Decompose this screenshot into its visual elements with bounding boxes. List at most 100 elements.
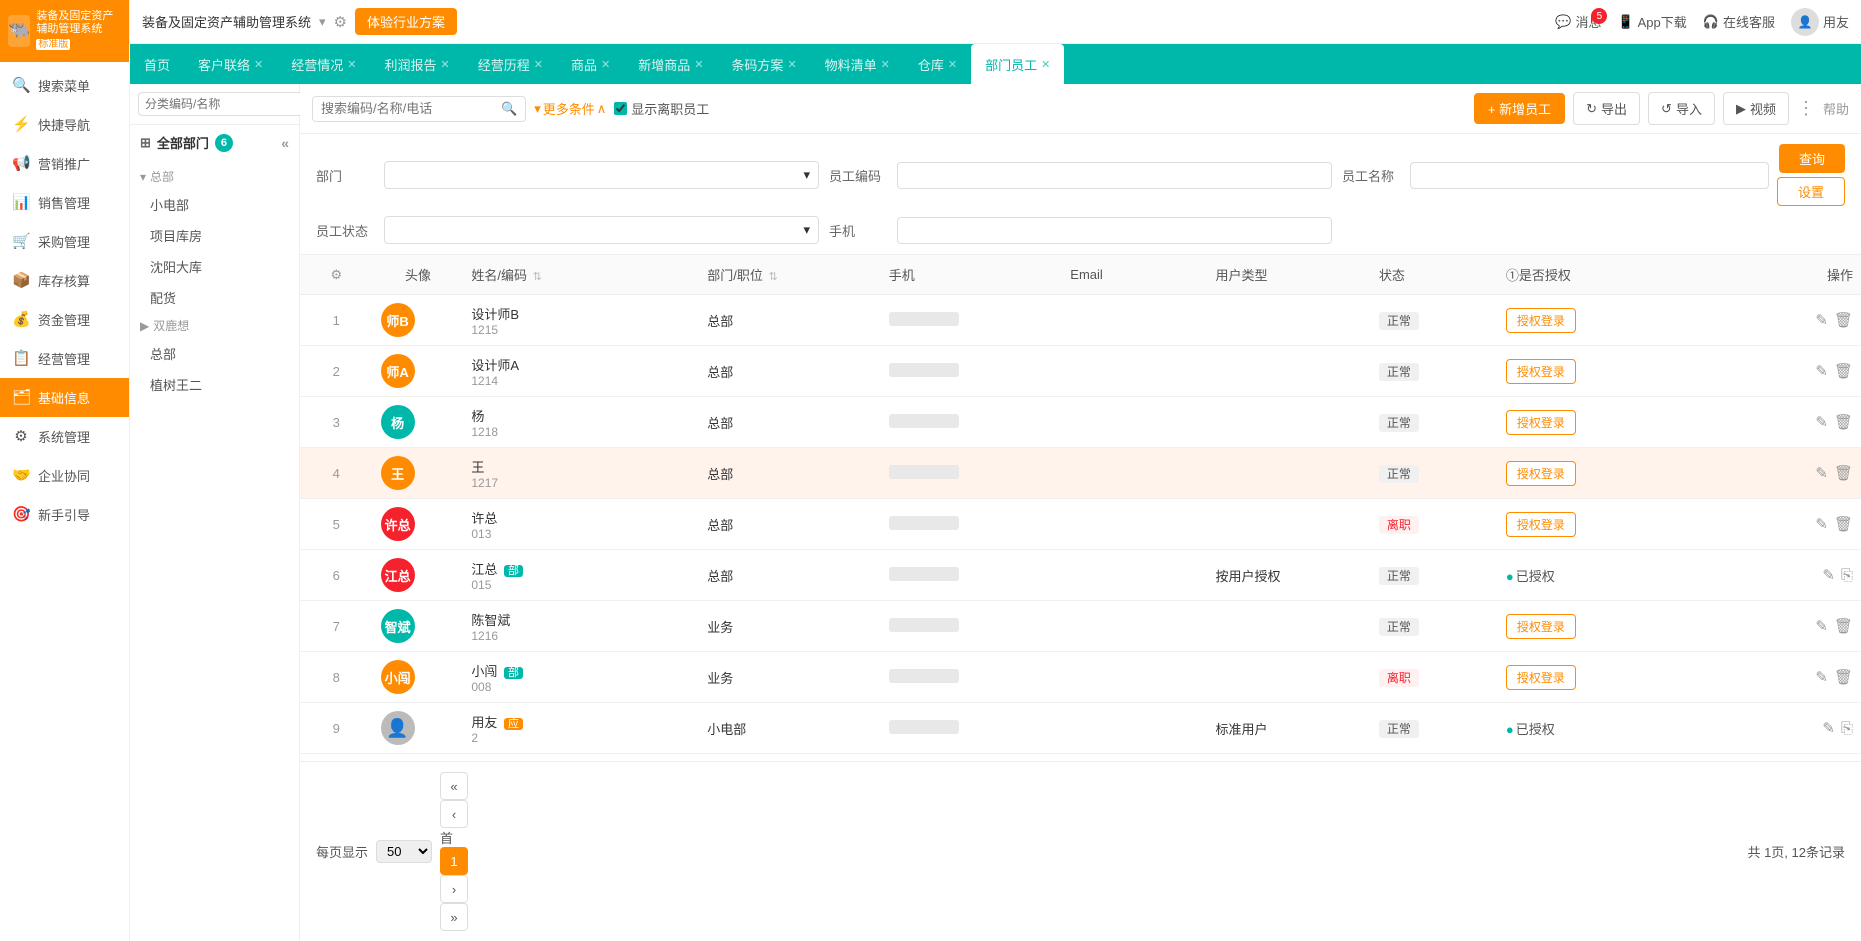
tab-close-profit[interactable]: ✕: [441, 58, 450, 71]
edit-btn[interactable]: ✎: [1815, 668, 1828, 686]
dept-item-distribution[interactable]: 配货: [130, 282, 299, 313]
first-page-btn[interactable]: «: [440, 772, 468, 800]
online-service-btn[interactable]: 🎧 在线客服: [1703, 12, 1775, 31]
tab-new-goods[interactable]: 新增商品 ✕: [624, 44, 717, 84]
th-dept[interactable]: 部门/职位 ⇅: [699, 255, 881, 295]
tab-home[interactable]: 首页: [130, 44, 184, 84]
search-bar: 🔍: [312, 96, 526, 122]
auth-btn[interactable]: 授权登录: [1506, 665, 1576, 690]
delete-btn[interactable]: 🗑: [1834, 668, 1853, 686]
dropdown-icon[interactable]: ▾: [319, 14, 326, 30]
delete-btn[interactable]: 🗑: [1834, 413, 1853, 431]
delete-btn[interactable]: 🗑: [1834, 515, 1853, 533]
dept-search-input[interactable]: [138, 92, 307, 116]
set-btn[interactable]: 设置: [1777, 177, 1845, 206]
delete-btn[interactable]: 🗑: [1834, 311, 1853, 329]
app-download-btn[interactable]: 📱 App下载: [1617, 12, 1686, 31]
edit-btn[interactable]: ✎: [1815, 311, 1828, 329]
tab-customer[interactable]: 客户联络 ✕: [184, 44, 277, 84]
sidebar-item-quicknav[interactable]: ⚡ 快捷导航: [0, 105, 129, 144]
trial-btn[interactable]: 体验行业方案: [355, 8, 457, 35]
edit-btn[interactable]: ✎: [1822, 566, 1835, 584]
tab-close-warehouse[interactable]: ✕: [948, 58, 957, 71]
th-settings: ⚙: [300, 255, 373, 295]
auth-btn[interactable]: 授权登录: [1506, 308, 1576, 333]
sidebar-item-purchase[interactable]: 🛒 采购管理: [0, 222, 129, 261]
edit-btn[interactable]: ✎: [1815, 362, 1828, 380]
tab-warehouse[interactable]: 仓库 ✕: [904, 44, 971, 84]
sidebar-item-operations[interactable]: 📋 经营管理: [0, 339, 129, 378]
empname-filter-input[interactable]: [1410, 162, 1769, 189]
query-btn[interactable]: 查询: [1779, 144, 1845, 173]
tab-close-barcode[interactable]: ✕: [787, 58, 796, 71]
sidebar-item-finance[interactable]: 💰 资金管理: [0, 300, 129, 339]
sidebar-item-basic-info[interactable]: 🗂 基础信息: [0, 378, 129, 417]
next-page-btn[interactable]: ›: [440, 875, 468, 903]
tab-close-bom[interactable]: ✕: [881, 58, 890, 71]
sidebar-item-collab[interactable]: 🤝 企业协同: [0, 456, 129, 495]
tab-close-history[interactable]: ✕: [534, 58, 543, 71]
dept-item-zongbu[interactable]: 总部: [130, 338, 299, 369]
sidebar-item-inventory[interactable]: 📦 库存核算: [0, 261, 129, 300]
export-btn[interactable]: ↻ 导出: [1573, 92, 1640, 125]
tab-close-business[interactable]: ✕: [347, 58, 356, 71]
settings-icon[interactable]: ⚙: [330, 267, 342, 282]
auth-btn[interactable]: 授权登录: [1506, 512, 1576, 537]
show-resign-checkbox[interactable]: [614, 102, 627, 115]
sidebar-item-sales[interactable]: 📊 销售管理: [0, 183, 129, 222]
dept-filter-select[interactable]: ▾: [384, 161, 819, 189]
view-btn[interactable]: ▶ 视频: [1723, 92, 1789, 125]
sidebar-item-marketing[interactable]: 📢 营销推广: [0, 144, 129, 183]
edit-btn[interactable]: ✎: [1815, 413, 1828, 431]
dept-item-zhishu[interactable]: 植树王二: [130, 369, 299, 400]
user-menu[interactable]: 👤 用友: [1791, 8, 1849, 36]
tab-bom[interactable]: 物料清单 ✕: [811, 44, 904, 84]
tab-close-customer[interactable]: ✕: [254, 58, 263, 71]
delete-btn[interactable]: 🗑: [1834, 617, 1853, 635]
delete-btn[interactable]: 🗑: [1834, 464, 1853, 482]
copy-btn[interactable]: ⎘: [1841, 720, 1853, 737]
tab-close-employees[interactable]: ✕: [1041, 58, 1050, 71]
search-icon[interactable]: 🔍: [501, 101, 517, 117]
tab-business[interactable]: 经营情况 ✕: [277, 44, 370, 84]
add-employee-btn[interactable]: + 新增员工: [1474, 93, 1565, 124]
auth-btn[interactable]: 授权登录: [1506, 614, 1576, 639]
status-filter-select[interactable]: ▾: [384, 216, 819, 244]
auth-btn[interactable]: 授权登录: [1506, 359, 1576, 384]
auth-btn[interactable]: 授权登录: [1506, 410, 1576, 435]
search-input[interactable]: [321, 101, 501, 116]
sidebar-item-guide[interactable]: 🎯 新手引导: [0, 495, 129, 534]
tab-profit[interactable]: 利润报告 ✕: [370, 44, 463, 84]
tab-history[interactable]: 经营历程 ✕: [464, 44, 557, 84]
page-size-select[interactable]: 50 100: [376, 840, 432, 863]
empcode-filter-input[interactable]: [897, 162, 1332, 189]
dept-item-shenyang[interactable]: 沈阳大库: [130, 251, 299, 282]
more-filter-btn[interactable]: ▾ 更多条件 ∧: [534, 99, 606, 118]
th-name[interactable]: 姓名/编码 ⇅: [463, 255, 699, 295]
prev-page-btn[interactable]: ‹: [440, 800, 468, 828]
import-btn[interactable]: ↺ 导入: [1648, 92, 1715, 125]
more-options-btn[interactable]: ⋮: [1797, 98, 1815, 119]
sidebar-item-search[interactable]: 🔍 搜索菜单: [0, 66, 129, 105]
current-page[interactable]: 1: [440, 847, 468, 875]
tab-employees[interactable]: 部门员工 ✕: [971, 44, 1064, 84]
edit-btn[interactable]: ✎: [1822, 719, 1835, 737]
dept-item-project[interactable]: 项目库房: [130, 220, 299, 251]
edit-btn[interactable]: ✎: [1815, 617, 1828, 635]
delete-btn[interactable]: 🗑: [1834, 362, 1853, 380]
dept-item-small-elec[interactable]: 小电部: [130, 189, 299, 220]
tab-close-new-goods[interactable]: ✕: [694, 58, 703, 71]
tab-barcode[interactable]: 条码方案 ✕: [717, 44, 810, 84]
copy-btn[interactable]: ⎘: [1841, 567, 1853, 584]
sidebar-item-system[interactable]: ⚙ 系统管理: [0, 417, 129, 456]
tab-goods[interactable]: 商品 ✕: [557, 44, 624, 84]
settings-icon[interactable]: ⚙: [334, 13, 347, 31]
dept-collapse-btn[interactable]: «: [281, 135, 289, 151]
phone-filter-input[interactable]: [897, 217, 1332, 244]
edit-btn[interactable]: ✎: [1815, 515, 1828, 533]
edit-btn[interactable]: ✎: [1815, 464, 1828, 482]
notification-btn[interactable]: 💬 5 消息: [1555, 12, 1601, 31]
tab-close-goods[interactable]: ✕: [601, 58, 610, 71]
last-page-btn[interactable]: »: [440, 903, 468, 931]
auth-btn[interactable]: 授权登录: [1506, 461, 1576, 486]
